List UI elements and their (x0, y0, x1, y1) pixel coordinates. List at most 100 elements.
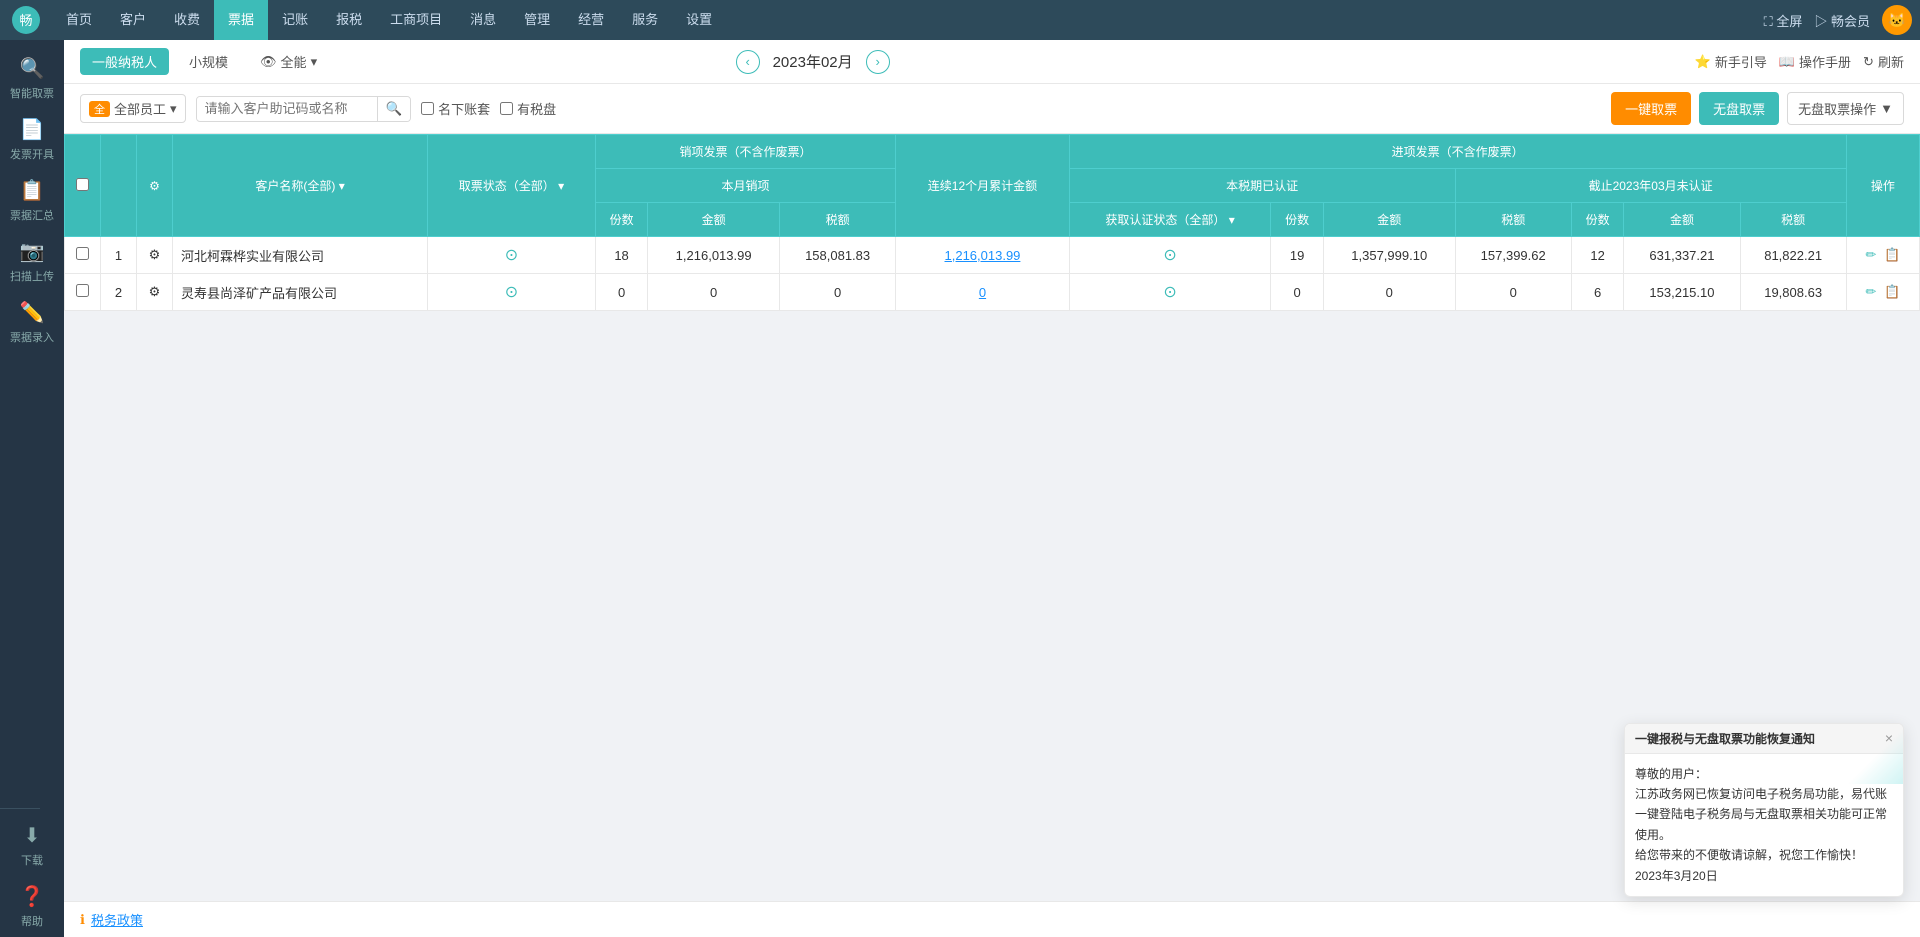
fullscreen-btn[interactable]: ⛶ 全屏 (1764, 11, 1803, 30)
newbie-guide-link[interactable]: ⭐ 新手引导 (1695, 52, 1767, 71)
cert-status-icon: ⊙ (1163, 284, 1176, 301)
th-cert-status: 获取认证状态（全部） ▾ (1069, 203, 1271, 237)
sidebar-item-download[interactable]: ⬇ 下载 (0, 815, 64, 876)
view-icon[interactable]: 📋 (1884, 247, 1900, 262)
nav-fee[interactable]: 收费 (160, 0, 214, 40)
sidebar-item-invoice-summary[interactable]: 📋 票据汇总 (0, 170, 64, 231)
sidebar-label-invoice-open: 发票开具 (10, 146, 54, 162)
month-navigator: ‹ 2023年02月 › (736, 50, 890, 74)
nav-bookkeeping[interactable]: 记账 (268, 0, 322, 40)
refresh-link[interactable]: ↻ 刷新 (1863, 52, 1904, 71)
th-operation: 操作 (1846, 135, 1919, 237)
employee-selector[interactable]: 全 全部员工 ▾ (80, 94, 186, 123)
row-month-tax: 158,081.83 (779, 237, 895, 274)
status-check-icon: ⊙ (505, 247, 518, 264)
nodisk-ops-btn[interactable]: 无盘取票操作 ▼ (1787, 92, 1904, 125)
sidebar-label-smart-fetch: 智能取票 (10, 85, 54, 101)
th-uncert-shares: 份数 (1571, 203, 1623, 237)
tab-general-label: 一般纳税人 (92, 52, 157, 71)
th-uncert-tax: 税额 (1740, 203, 1846, 237)
current-month: 2023年02月 (768, 51, 858, 72)
footer-bar: ℹ 税务政策 (64, 901, 1920, 937)
notification-popup: 一键报税与无盘取票功能恢复通知 × 尊敬的用户： 江苏政务网已恢复访问电子税务局… (1624, 723, 1904, 897)
row-month-amount: 1,216,013.99 (648, 237, 780, 274)
nav-invoice[interactable]: 票据 (214, 0, 268, 40)
svg-text:畅: 畅 (19, 13, 32, 28)
row-status: ⊙ (428, 274, 596, 311)
row-12month-amount[interactable]: 0 (896, 274, 1069, 311)
sidebar-label-scan-upload: 扫描上传 (10, 268, 54, 284)
manual-link[interactable]: 📖 操作手册 (1779, 52, 1851, 71)
edit-icon[interactable]: ✏ (1865, 247, 1876, 262)
sidebar-item-help[interactable]: ❓ 帮助 (0, 876, 64, 937)
toolbar-right-buttons: 一键取票 无盘取票 无盘取票操作 ▼ (1611, 92, 1904, 125)
main-table: ⚙ 客户名称(全部) ▾ 取票状态（全部） ▾ 销项发票（不含作废票） 连续12… (64, 134, 1920, 311)
row-operation: ✏ 📋 (1846, 237, 1919, 274)
nav-operation[interactable]: 经营 (564, 0, 618, 40)
xiamian-checkbox-label[interactable]: 名下账套 (421, 99, 490, 118)
tab-small-label: 小规模 (189, 52, 228, 71)
nav-message[interactable]: 消息 (456, 0, 510, 40)
nav-home[interactable]: 首页 (52, 0, 106, 40)
row-12month-amount[interactable]: 1,216,013.99 (896, 237, 1069, 274)
select-all-checkbox[interactable] (76, 178, 89, 191)
next-month-btn[interactable]: › (866, 50, 890, 74)
th-uncertified: 截止2023年03月未认证 (1455, 169, 1846, 203)
th-cert-tax: 税额 (1455, 203, 1571, 237)
onekey-fetch-btn[interactable]: 一键取票 (1611, 92, 1691, 125)
logo[interactable]: 畅 (8, 2, 44, 38)
sidebar-separator (0, 808, 40, 809)
taxfree-checkbox[interactable] (500, 102, 513, 115)
nav-settings[interactable]: 设置 (672, 0, 726, 40)
footer-tax-policy-link[interactable]: 税务政策 (91, 910, 143, 929)
row-select-checkbox[interactable] (76, 284, 89, 297)
tab-all[interactable]: 👁 全能 ▾ (248, 48, 329, 75)
sidebar: 🔍 智能取票 📄 发票开具 📋 票据汇总 📷 扫描上传 ✏️ 票据录入 ⬇ 下载 (0, 40, 64, 937)
nav-service[interactable]: 服务 (618, 0, 672, 40)
row-num: 1 (101, 237, 137, 274)
employee-badge: 全 (89, 101, 110, 117)
tab-small-scale[interactable]: 小规模 (177, 48, 240, 75)
sidebar-item-invoice-open[interactable]: 📄 发票开具 (0, 109, 64, 170)
row-settings[interactable]: ⚙ (137, 237, 173, 274)
row-cert-status: ⊙ (1069, 237, 1271, 274)
user-avatar[interactable]: 🐱 (1882, 5, 1912, 35)
vip-btn[interactable]: ▷ 畅会员 (1814, 11, 1870, 30)
toolbar: 全 全部员工 ▾ 🔍 名下账套 有税盘 一键取票 无盘取票 无盘取票操作 (64, 84, 1920, 134)
nav-business[interactable]: 工商项目 (376, 0, 456, 40)
footer-icon: ℹ (80, 912, 85, 928)
sidebar-item-scan-upload[interactable]: 📷 扫描上传 (0, 231, 64, 292)
taxfree-checkbox-label[interactable]: 有税盘 (500, 99, 556, 118)
tab-general-taxpayer[interactable]: 一般纳税人 (80, 48, 169, 75)
notif-title: 一键报税与无盘取票功能恢复通知 (1635, 730, 1815, 747)
nav-customer[interactable]: 客户 (106, 0, 160, 40)
smart-fetch-icon: 🔍 (20, 56, 45, 81)
nav-tax[interactable]: 报税 (322, 0, 376, 40)
row-month-shares: 18 (595, 237, 647, 274)
row-settings[interactable]: ⚙ (137, 274, 173, 311)
xiamian-checkbox[interactable] (421, 102, 434, 115)
edit-icon[interactable]: ✏ (1865, 284, 1876, 299)
view-icon[interactable]: 📋 (1884, 284, 1900, 299)
th-12month: 连续12个月累计金额 (896, 135, 1069, 237)
status-check-icon: ⊙ (505, 284, 518, 301)
tab-all-icon: 👁 (260, 54, 277, 70)
row-month-shares: 0 (595, 274, 647, 311)
row-status: ⊙ (428, 237, 596, 274)
th-sales-tax: 税额 (779, 203, 895, 237)
nodisk-fetch-btn[interactable]: 无盘取票 (1699, 92, 1779, 125)
sidebar-label-help: 帮助 (21, 913, 43, 929)
row-select-checkbox[interactable] (76, 247, 89, 260)
row-month-amount: 0 (648, 274, 780, 311)
th-purchase-group: 进项发票（不含作废票） (1069, 135, 1846, 169)
sidebar-item-smart-fetch[interactable]: 🔍 智能取票 (0, 48, 64, 109)
tab-all-label: 全能 (281, 52, 307, 71)
sidebar-item-invoice-entry[interactable]: ✏️ 票据录入 (0, 292, 64, 353)
nav-manage[interactable]: 管理 (510, 0, 564, 40)
row-checkbox[interactable] (65, 237, 101, 274)
row-checkbox[interactable] (65, 274, 101, 311)
prev-month-btn[interactable]: ‹ (736, 50, 760, 74)
search-input[interactable] (197, 97, 377, 120)
taxfree-label: 有税盘 (517, 99, 556, 118)
search-button[interactable]: 🔍 (377, 97, 411, 121)
